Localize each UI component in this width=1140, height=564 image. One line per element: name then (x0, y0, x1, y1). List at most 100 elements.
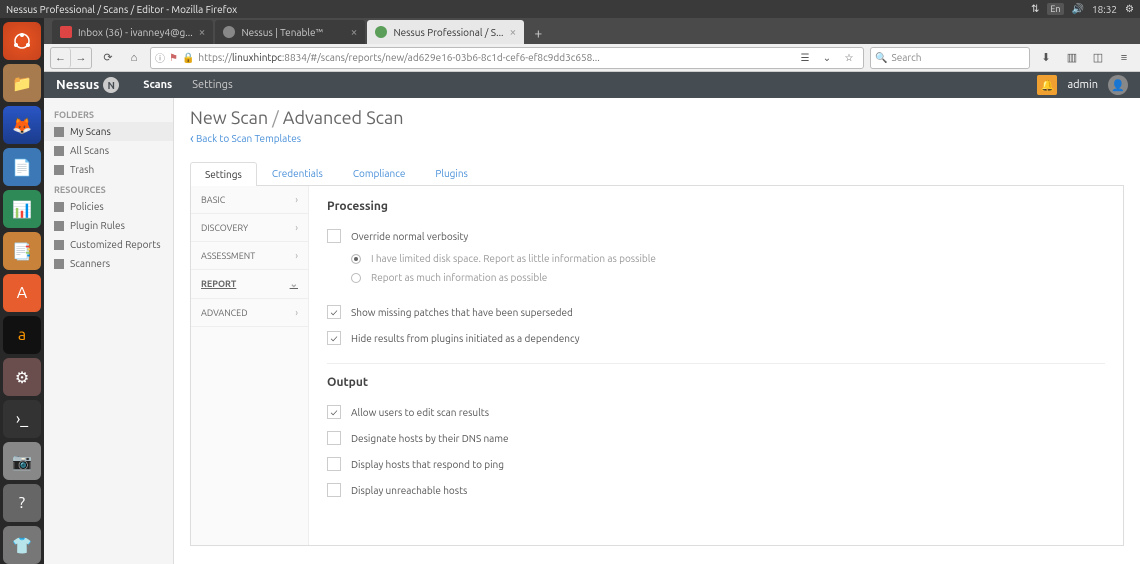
window-title: Nessus Professional / Scans / Editor - M… (6, 4, 237, 15)
brand-text: Nessus (56, 78, 99, 92)
back-button[interactable]: ← (51, 48, 71, 68)
reader-icon[interactable]: ☰ (795, 48, 815, 68)
volume-icon[interactable]: 🔊 (1072, 3, 1084, 15)
sidebar-item-trash[interactable]: Trash (44, 160, 173, 179)
help-icon[interactable]: ? (3, 484, 41, 522)
sidebar-resources-header: RESOURCES (44, 179, 173, 197)
chevron-right-icon: › (295, 194, 298, 205)
section-basic[interactable]: BASIC› (191, 186, 308, 214)
opt-label: Hide results from plugins initiated as a… (351, 333, 580, 344)
tab-label: Nessus | Tenable™ (241, 27, 322, 38)
chevron-right-icon: › (295, 222, 298, 233)
dash-icon[interactable] (3, 22, 41, 60)
sidebar-icon[interactable]: ◫ (1088, 48, 1108, 68)
libreoffice-writer-icon[interactable]: 📄 (3, 148, 41, 186)
address-bar[interactable]: ⓘ ⚑ 🔒 https://linuxhintpc:8834/#/scans/r… (150, 47, 864, 69)
close-icon[interactable]: × (199, 26, 206, 39)
section-assessment[interactable]: ASSESSMENT› (191, 242, 308, 270)
notification-icon[interactable]: 🔔 (1037, 75, 1057, 95)
opt-show-superseded[interactable]: Show missing patches that have been supe… (327, 299, 1105, 325)
sidebar-item-my-scans[interactable]: My Scans (44, 122, 173, 141)
sidebar-item-policies[interactable]: Policies (44, 197, 173, 216)
checkbox-icon[interactable] (327, 305, 341, 319)
sidebar-item-custom-reports[interactable]: Customized Reports (44, 235, 173, 254)
app-icon[interactable]: 👕 (3, 526, 41, 564)
opt-display-unreachable[interactable]: Display unreachable hosts (327, 477, 1105, 503)
opt-display-ping[interactable]: Display hosts that respond to ping (327, 451, 1105, 477)
close-icon[interactable]: × (351, 26, 358, 39)
checkbox-icon[interactable] (327, 431, 341, 445)
amazon-icon[interactable]: a (3, 316, 41, 354)
screenshot-icon[interactable]: 📷 (3, 442, 41, 480)
opt-label: Show missing patches that have been supe… (351, 307, 573, 318)
sidebar-item-all-scans[interactable]: All Scans (44, 141, 173, 160)
divider (327, 363, 1105, 364)
sidebar-item-scanners[interactable]: Scanners (44, 254, 173, 273)
new-tab-button[interactable]: + (526, 22, 550, 44)
forward-button[interactable]: → (71, 48, 91, 68)
clock[interactable]: 18:32 (1092, 4, 1117, 15)
page-title: New Scan/Advanced Scan (190, 108, 1124, 128)
opt-label: I have limited disk space. Report as lit… (371, 253, 656, 264)
checkbox-icon[interactable] (327, 457, 341, 471)
back-to-templates-link[interactable]: Back to Scan Templates (190, 130, 301, 146)
bookmark-icon[interactable]: ☆ (839, 48, 859, 68)
settings-icon[interactable]: ⚙ (3, 358, 41, 396)
report-settings: Processing Override normal verbosity I h… (309, 186, 1123, 545)
section-advanced[interactable]: ADVANCED› (191, 299, 308, 327)
libreoffice-impress-icon[interactable]: 📑 (3, 232, 41, 270)
checkbox-icon[interactable] (327, 331, 341, 345)
section-discovery[interactable]: DISCOVERY› (191, 214, 308, 242)
nav-scans[interactable]: Scans (143, 79, 172, 91)
breadcrumb-new-scan: New Scan (190, 108, 268, 128)
nessus-main: New Scan/Advanced Scan Back to Scan Temp… (174, 98, 1140, 564)
user-label[interactable]: admin (1067, 79, 1098, 91)
search-bar[interactable]: 🔍 Search (870, 47, 1030, 69)
pocket-icon[interactable]: ⌄ (817, 48, 837, 68)
checkbox-icon[interactable] (327, 405, 341, 419)
library-icon[interactable]: ▥ (1062, 48, 1082, 68)
browser-tab-tenable[interactable]: Nessus | Tenable™ × (215, 20, 365, 44)
home-button[interactable]: ⌂ (124, 48, 144, 68)
scan-tabs: Settings Credentials Compliance Plugins (190, 161, 1124, 186)
files-icon[interactable]: 📁 (3, 64, 41, 102)
browser-tab-nessus[interactable]: Nessus Professional / S... × (367, 20, 524, 44)
tab-label: Nessus Professional / S... (393, 27, 503, 38)
section-report[interactable]: REPORT⌄ (191, 270, 308, 299)
menu-icon[interactable]: ≡ (1114, 48, 1134, 68)
tab-settings[interactable]: Settings (190, 162, 257, 186)
network-icon[interactable]: ⇅ (1031, 3, 1039, 15)
terminal-icon[interactable]: ›_ (3, 400, 41, 438)
downloads-icon[interactable]: ⬇ (1036, 48, 1056, 68)
nav-settings[interactable]: Settings (192, 79, 233, 91)
tab-credentials[interactable]: Credentials (257, 161, 338, 185)
libreoffice-calc-icon[interactable]: 📊 (3, 190, 41, 228)
nessus-logo[interactable]: Nessus N (56, 77, 119, 93)
user-avatar-icon[interactable]: 👤 (1108, 75, 1128, 95)
opt-allow-edit[interactable]: Allow users to edit scan results (327, 399, 1105, 425)
opt-label: Designate hosts by their DNS name (351, 433, 508, 444)
firefox-icon[interactable]: 🦊 (3, 106, 41, 144)
gear-icon[interactable]: ⚙ (1125, 3, 1134, 15)
checkbox-icon[interactable] (327, 229, 341, 243)
keyboard-indicator[interactable]: En (1047, 3, 1063, 15)
tab-plugins[interactable]: Plugins (420, 161, 483, 185)
close-icon[interactable]: × (510, 26, 517, 39)
opt-hide-dependency-plugins[interactable]: Hide results from plugins initiated as a… (327, 325, 1105, 351)
sidebar-item-plugin-rules[interactable]: Plugin Rules (44, 216, 173, 235)
checkbox-icon[interactable] (327, 483, 341, 497)
browser-tab-inbox[interactable]: Inbox (36) - ivanney4@g... × (52, 20, 213, 44)
reload-button[interactable]: ⟳ (98, 48, 118, 68)
chevron-right-icon: › (295, 250, 298, 261)
info-icon[interactable]: ⓘ (155, 50, 165, 65)
tab-label: Inbox (36) - ivanney4@g... (78, 27, 193, 38)
radio-icon (351, 273, 361, 283)
permissions-icon[interactable]: ⚑ (169, 52, 178, 64)
tab-compliance[interactable]: Compliance (338, 161, 421, 185)
software-center-icon[interactable]: A (3, 274, 41, 312)
opt-label: Display hosts that respond to ping (351, 459, 504, 470)
opt-override-verbosity[interactable]: Override normal verbosity (327, 223, 1105, 249)
opt-dns-designate[interactable]: Designate hosts by their DNS name (327, 425, 1105, 451)
mail-icon (60, 26, 72, 38)
search-icon: 🔍 (875, 52, 887, 64)
